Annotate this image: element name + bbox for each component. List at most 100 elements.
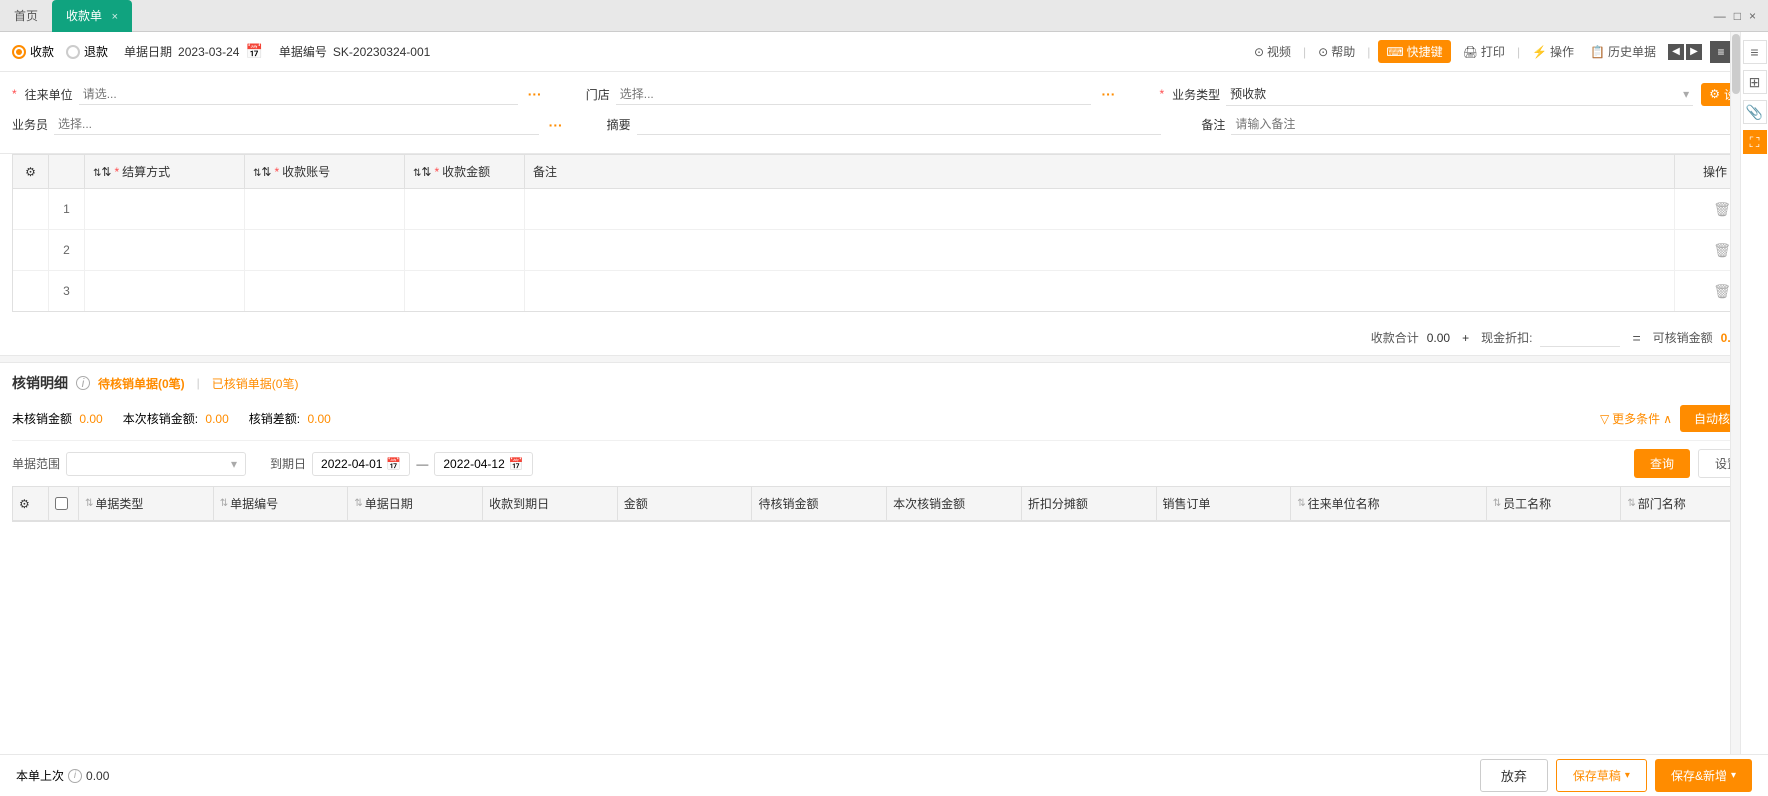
row3-delete-icon[interactable]: 🗑	[1713, 283, 1731, 300]
row1-gear	[13, 189, 49, 229]
range-dropdown[interactable]: ▾	[66, 452, 246, 476]
verify-info-icon[interactable]: i	[76, 376, 90, 390]
calendar-icon[interactable]: 📅	[245, 43, 262, 60]
col-num-header	[49, 155, 85, 188]
help-btn[interactable]: ⊙ 帮助	[1314, 41, 1359, 62]
video-btn[interactable]: ⊙ 视频	[1250, 41, 1295, 62]
shortcut-btn[interactable]: ⌨ 快捷键	[1378, 40, 1450, 63]
nav-next-icon[interactable]: ▶	[1686, 44, 1702, 60]
panel-grid-icon[interactable]: ⊞	[1743, 70, 1767, 94]
nav-prev-icon[interactable]: ◀	[1668, 44, 1684, 60]
biz-type-arrow-icon: ▾	[1683, 87, 1689, 101]
operate-btn[interactable]: ⚡ 操作	[1528, 41, 1578, 62]
verify-title: 核销明细 i 待核销单据(0笔) | 已核销单据(0笔)	[12, 373, 1756, 393]
tab-close-icon[interactable]: ×	[112, 11, 118, 23]
select-all-checkbox[interactable]	[55, 497, 68, 510]
history-btn[interactable]: 📋 历史单据	[1586, 41, 1660, 62]
unchecked-label: 未核销金额 0.00	[12, 410, 103, 427]
col-gear-header[interactable]	[13, 155, 49, 188]
chevron-icon: ∧	[1663, 412, 1672, 426]
bottom-info-icon[interactable]: i	[68, 769, 82, 783]
range-arrow-icon: ▾	[231, 457, 237, 471]
tab-home[interactable]: 首页	[0, 0, 52, 32]
staff-more-icon[interactable]: ···	[545, 117, 567, 133]
summary-field: 摘要	[607, 114, 1162, 135]
nav-arrows: ◀ ▶	[1668, 44, 1702, 60]
layout-list-icon[interactable]: ≡	[1710, 41, 1732, 63]
col-settle-header: ⇅ * 结算方式	[85, 155, 245, 188]
panel-expand-icon[interactable]: ⛶	[1743, 130, 1767, 154]
more-conditions-btn[interactable]: ▽ 更多条件 ∧	[1600, 410, 1672, 427]
sort-docnum-icon: ⇅	[220, 498, 228, 509]
date-from-input[interactable]: 2022-04-01 📅	[312, 452, 410, 476]
row1-account[interactable]	[245, 189, 405, 229]
sort-dept-icon: ⇅	[1627, 498, 1635, 509]
store-more-icon[interactable]: ···	[1097, 86, 1119, 102]
minimize-btn[interactable]: —	[1714, 9, 1726, 23]
note-input[interactable]	[1231, 114, 1756, 135]
row3-remark[interactable]	[525, 271, 1675, 311]
save-new-btn[interactable]: 保存&新增 ▾	[1655, 759, 1752, 792]
dth-amount: 金额	[618, 487, 753, 520]
dth-pending-amount: 待核销金额	[752, 487, 887, 520]
toolbar-right-actions: ⊙ 视频 | ⊙ 帮助 | ⌨ 快捷键 🖨 打印 | ⚡ 操作	[1250, 40, 1756, 63]
abandon-btn[interactable]: 放弃	[1480, 759, 1548, 792]
sort-account-icon[interactable]: ⇅	[253, 165, 271, 179]
row2-account[interactable]	[245, 230, 405, 270]
row1-num: 1	[49, 189, 85, 229]
range-field: 单据范围 ▾	[12, 452, 246, 476]
row1-remark[interactable]	[525, 189, 1675, 229]
store-field: 门店 ···	[586, 84, 1120, 105]
row2-amount[interactable]	[405, 230, 525, 270]
panel-table-icon[interactable]: ≡	[1743, 40, 1767, 64]
counterpart-input[interactable]	[79, 84, 518, 105]
tab-done[interactable]: 已核销单据(0笔)	[212, 375, 299, 392]
sort-settle-icon[interactable]: ⇅	[93, 165, 111, 179]
row2-settle[interactable]	[85, 230, 245, 270]
tab-pending[interactable]: 待核销单据(0笔)	[98, 375, 185, 392]
date-from-calendar-icon: 📅	[386, 457, 401, 471]
scrollbar-track	[1730, 32, 1740, 754]
row1-settle[interactable]	[85, 189, 245, 229]
radio-refund[interactable]: 退款	[66, 43, 108, 60]
dth-checkbox[interactable]	[49, 487, 79, 520]
row3-num: 3	[49, 271, 85, 311]
row2-delete-icon[interactable]: 🗑	[1713, 242, 1731, 259]
staff-input[interactable]	[54, 114, 539, 135]
sort-counterpart-icon: ⇅	[1297, 498, 1305, 509]
row1-amount[interactable]	[405, 189, 525, 229]
query-btn[interactable]: 查询	[1634, 449, 1690, 478]
row2-remark[interactable]	[525, 230, 1675, 270]
dth-discount: 折扣分摊额	[1022, 487, 1157, 520]
panel-attach-icon[interactable]: 📎	[1743, 100, 1767, 124]
sort-amount-icon[interactable]: ⇅	[413, 165, 431, 179]
dth-gear[interactable]: ⚙	[13, 487, 49, 520]
dth-current-verify: 本次核销金额	[887, 487, 1022, 520]
due-date-field: 到期日 2022-04-01 📅 — 2022-04-12 📅	[270, 452, 533, 476]
scrollbar-thumb[interactable]	[1732, 34, 1740, 94]
row3-amount[interactable]	[405, 271, 525, 311]
restore-btn[interactable]: □	[1734, 9, 1741, 23]
close-window-btn[interactable]: ×	[1749, 9, 1756, 23]
store-input[interactable]	[616, 84, 1092, 105]
form-row-2: 业务员 ··· 摘要 备注	[12, 114, 1756, 135]
tab-receipt[interactable]: 收款单 ×	[52, 0, 132, 32]
verify-left-stats: 未核销金额 0.00 本次核销金额: 0.00 核销差额: 0.00	[12, 410, 331, 427]
row3-settle[interactable]	[85, 271, 245, 311]
summary-input[interactable]	[637, 114, 1162, 135]
data-table-gear-icon: ⚙	[19, 497, 30, 511]
date-to-input[interactable]: 2022-04-12 📅	[434, 452, 532, 476]
row3-account[interactable]	[245, 271, 405, 311]
date-field: 单据日期 2023-03-24 📅	[124, 43, 263, 60]
diff-label: 核销差额: 0.00	[249, 410, 331, 427]
bottom-prev-info: 本单上次 i 0.00	[16, 767, 109, 784]
print-btn[interactable]: 🖨 打印	[1459, 41, 1509, 62]
print-icon: 🖨	[1463, 45, 1478, 59]
radio-receive[interactable]: 收款	[12, 43, 54, 60]
discount-input[interactable]	[1540, 328, 1620, 347]
save-draft-btn[interactable]: 保存草稿 ▾	[1556, 759, 1647, 792]
row1-delete-icon[interactable]: 🗑	[1713, 201, 1731, 218]
counterpart-more-icon[interactable]: ···	[524, 86, 546, 102]
settings-icon: ⚙	[1709, 87, 1720, 101]
biz-type-dropdown[interactable]: 预收款 ▾	[1226, 82, 1693, 106]
